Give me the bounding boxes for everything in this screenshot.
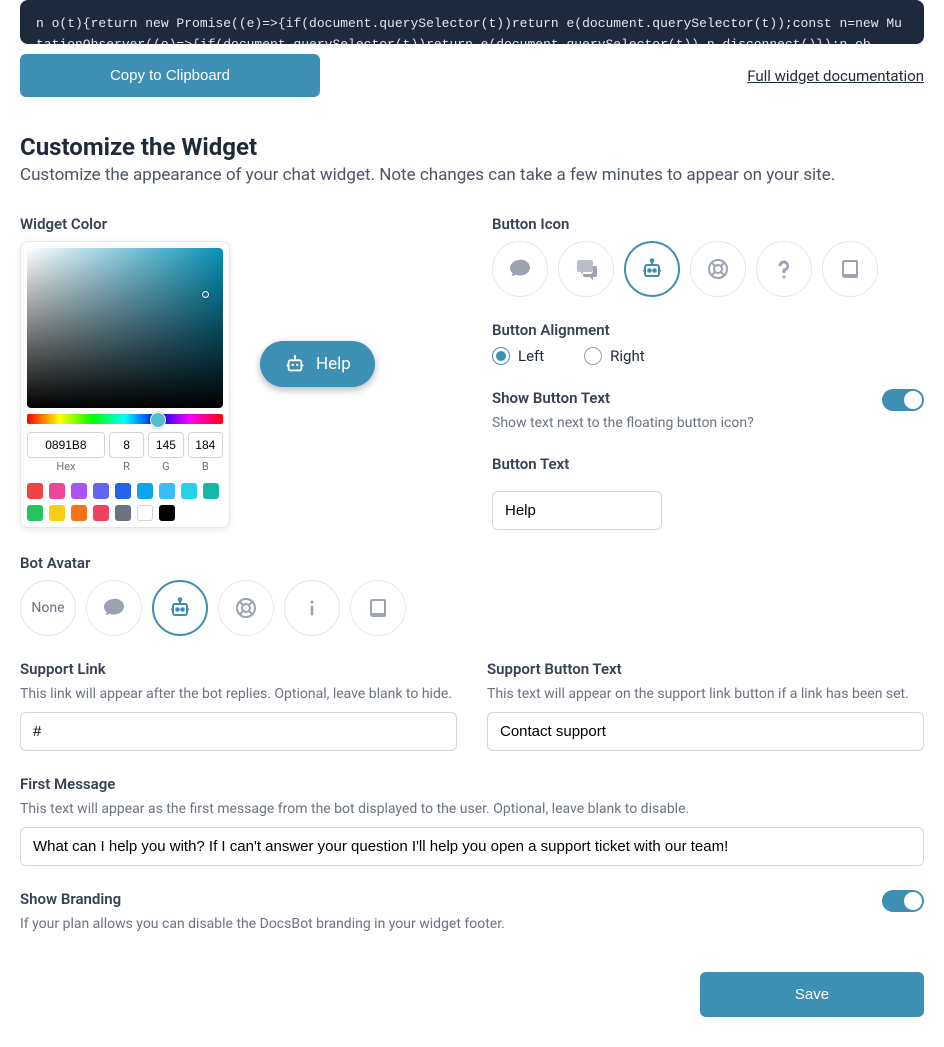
swatch[interactable] <box>115 505 131 521</box>
first-message-desc: This text will appear as the first messa… <box>20 801 924 817</box>
first-message-input[interactable] <box>20 827 924 866</box>
button-icon-option-chat-icon[interactable] <box>492 241 548 297</box>
lifering-icon <box>234 596 258 620</box>
r-input[interactable] <box>109 432 144 458</box>
support-button-text-desc: This text will appear on the support lin… <box>487 686 924 702</box>
avatar-option-book-icon[interactable] <box>350 580 406 636</box>
widget-preview: Help <box>260 341 375 387</box>
swatch[interactable] <box>27 483 43 499</box>
alignment-right-radio[interactable]: Right <box>584 347 644 365</box>
button-icon-option-robot-icon[interactable] <box>624 241 680 297</box>
show-branding-label: Show Branding <box>20 890 505 908</box>
swatch[interactable] <box>159 483 175 499</box>
swatch[interactable] <box>71 483 87 499</box>
swatch[interactable] <box>137 505 153 521</box>
left-label: Left <box>518 347 544 365</box>
widget-color-label: Widget Color <box>20 215 452 233</box>
swatch[interactable] <box>181 483 197 499</box>
g-input[interactable] <box>148 432 183 458</box>
show-button-text-label: Show Button Text <box>492 389 754 407</box>
robot-icon <box>640 257 664 281</box>
saturation-panel[interactable] <box>27 248 223 408</box>
copy-to-clipboard-button[interactable]: Copy to Clipboard <box>20 54 320 97</box>
book-icon <box>838 257 862 281</box>
show-button-text-toggle[interactable] <box>882 389 924 411</box>
lifering-icon <box>706 257 730 281</box>
support-button-text-label: Support Button Text <box>487 660 924 678</box>
avatar-option-none[interactable]: None <box>20 580 76 636</box>
avatar-option-chat-icon[interactable] <box>86 580 142 636</box>
swatch-row <box>27 483 223 521</box>
swatch[interactable] <box>93 505 109 521</box>
first-message-label: First Message <box>20 775 924 793</box>
button-icon-option-book-icon[interactable] <box>822 241 878 297</box>
button-text-input[interactable] <box>492 491 662 530</box>
support-link-label: Support Link <box>20 660 457 678</box>
swatch[interactable] <box>71 505 87 521</box>
avatar-option-lifering-icon[interactable] <box>218 580 274 636</box>
robot-icon <box>284 353 306 375</box>
support-link-input[interactable] <box>20 712 457 751</box>
button-icon-options <box>492 241 924 297</box>
swatch[interactable] <box>203 483 219 499</box>
book-icon <box>366 596 390 620</box>
robot-icon <box>168 596 192 620</box>
bot-avatar-label: Bot Avatar <box>20 554 924 572</box>
support-button-text-input[interactable] <box>487 712 924 751</box>
show-branding-desc: If your plan allows you can disable the … <box>20 916 505 932</box>
swatch[interactable] <box>137 483 153 499</box>
button-icon-option-chats-icon[interactable] <box>558 241 614 297</box>
swatch[interactable] <box>115 483 131 499</box>
r-label: R <box>109 460 144 473</box>
button-icon-option-lifering-icon[interactable] <box>690 241 746 297</box>
code-snippet: n o(t){return new Promise((e)=>{if(docum… <box>20 0 924 44</box>
page-title: Customize the Widget <box>20 133 924 161</box>
page-subtitle: Customize the appearance of your chat wi… <box>20 165 924 185</box>
chat-icon <box>102 596 126 620</box>
b-label: B <box>188 460 223 473</box>
bot-avatar-options: None <box>20 580 924 636</box>
hex-input[interactable] <box>27 432 105 458</box>
chats-icon <box>574 257 598 281</box>
question-icon <box>772 257 796 281</box>
hex-label: Hex <box>27 460 105 473</box>
avatar-option-robot-icon[interactable] <box>152 580 208 636</box>
swatch[interactable] <box>49 505 65 521</box>
swatch[interactable] <box>93 483 109 499</box>
swatch[interactable] <box>159 505 175 521</box>
b-input[interactable] <box>188 432 223 458</box>
save-button[interactable]: Save <box>700 972 924 1017</box>
color-picker[interactable]: Hex R G B <box>20 241 230 528</box>
full-widget-documentation-link[interactable]: Full widget documentation <box>747 67 924 85</box>
info-icon <box>300 596 324 620</box>
show-button-text-desc: Show text next to the floating button ic… <box>492 415 754 431</box>
chat-icon <box>508 257 532 281</box>
show-branding-toggle[interactable] <box>882 890 924 912</box>
right-label: Right <box>610 347 644 365</box>
button-icon-label: Button Icon <box>492 215 924 233</box>
swatch[interactable] <box>49 483 65 499</box>
avatar-option-info-icon[interactable] <box>284 580 340 636</box>
g-label: G <box>148 460 183 473</box>
button-icon-option-question-icon[interactable] <box>756 241 812 297</box>
button-alignment-label: Button Alignment <box>492 321 924 339</box>
hue-slider[interactable] <box>27 414 223 424</box>
swatch[interactable] <box>27 505 43 521</box>
button-text-label: Button Text <box>492 455 924 473</box>
alignment-left-radio[interactable]: Left <box>492 347 544 365</box>
widget-preview-label: Help <box>316 354 351 374</box>
support-link-desc: This link will appear after the bot repl… <box>20 686 457 702</box>
